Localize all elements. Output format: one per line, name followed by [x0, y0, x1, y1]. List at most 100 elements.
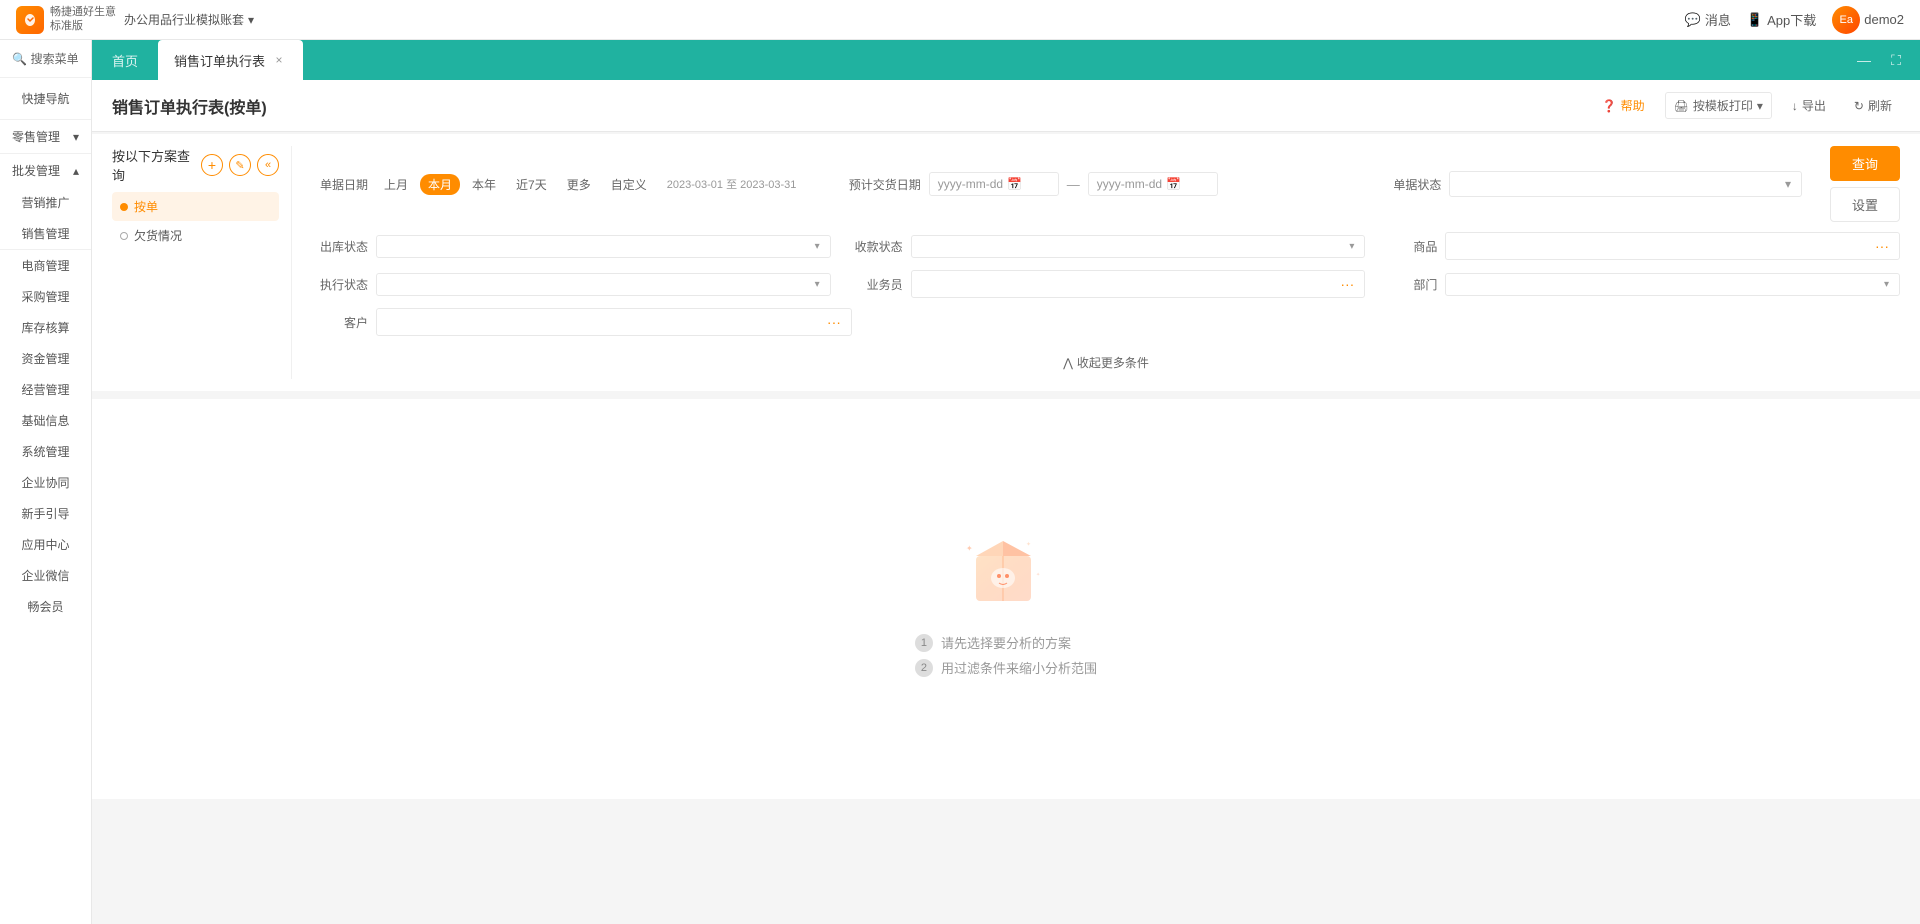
expected-date-label: 预计交货日期 [849, 176, 921, 193]
sidebar-item-purchase[interactable]: 采购管理 [0, 281, 91, 312]
empty-illustration: ✦ ✦ ✦ [956, 521, 1056, 621]
export-btn[interactable]: ↓ 导出 [1784, 93, 1834, 118]
tab-bar: 首页 销售订单执行表 × — ⛶ [92, 40, 1920, 80]
query-btn[interactable]: 查询 [1830, 146, 1900, 181]
filter-main: 单据日期 上月 本月 本年 近7天 更多 自定义 2023-03-01 至 20… [292, 146, 1900, 379]
message-icon: 💬 [1685, 12, 1701, 28]
date-btn-thismonth[interactable]: 本月 [420, 174, 460, 195]
sidebar-item-wholesale[interactable]: 批发管理 ▴ [0, 154, 91, 187]
avatar: Ea [1832, 6, 1860, 34]
page-content: 销售订单执行表(按单) ❓ 帮助 🖨 按模板打印 ▾ ↓ 导出 [92, 80, 1920, 924]
main-layout: 🔍 搜索菜单 快捷导航 零售管理 ▾ 批发管理 ▴ 营销推广 销售管理 电商管理… [0, 40, 1920, 924]
sidebar-item-app-center[interactable]: 应用中心 [0, 529, 91, 560]
data-section: ✦ ✦ ✦ 1 请先选择要分析的方案 2 用过滤条件来缩小分析范围 [92, 399, 1920, 799]
sidebar-item-inventory[interactable]: 库存核算 [0, 312, 91, 343]
svg-text:✦: ✦ [966, 544, 973, 553]
sidebar-search[interactable]: 🔍 搜索菜单 [0, 40, 91, 78]
date-btn-7days[interactable]: 近7天 [508, 174, 555, 195]
sidebar-item-sales[interactable]: 销售管理 [0, 218, 91, 249]
date-btn-custom[interactable]: 自定义 [603, 174, 655, 195]
collapse-btn[interactable]: ⋀ 收起更多条件 [312, 346, 1900, 379]
expected-date-start[interactable]: yyyy-mm-dd 📅 [929, 172, 1059, 196]
tab-active[interactable]: 销售订单执行表 × [158, 40, 303, 80]
status-select[interactable]: ▾ [1449, 171, 1802, 197]
refresh-icon: ↻ [1854, 99, 1864, 113]
settings-btn[interactable]: 设置 [1830, 187, 1900, 222]
sidebar-nav: 快捷导航 [0, 78, 91, 120]
delivery-select[interactable]: ▾ [376, 235, 831, 258]
payment-label: 收款状态 [847, 238, 903, 255]
date-dash: — [1067, 177, 1080, 192]
tab-expand-btn[interactable]: ⛶ [1884, 48, 1908, 72]
refresh-btn[interactable]: ↻ 刷新 [1846, 93, 1900, 118]
content-area: 首页 销售订单执行表 × — ⛶ 销售订单执行表(按单) ❓ 帮助 [92, 40, 1920, 924]
scheme-item-by-order[interactable]: 按单 [112, 192, 279, 221]
sidebar-item-retail[interactable]: 零售管理 ▾ [0, 120, 91, 153]
svg-text:✦: ✦ [1026, 541, 1031, 548]
sidebar-item-finance[interactable]: 资金管理 [0, 343, 91, 374]
page-header: 销售订单执行表(按单) ❓ 帮助 🖨 按模板打印 ▾ ↓ 导出 [92, 80, 1920, 132]
top-header: 畅捷通好生意 标准版 办公用品行业模拟账套 ▾ 💬 消息 📱 App下载 Ea … [0, 0, 1920, 40]
tab-minimize-btn[interactable]: — [1852, 48, 1876, 72]
inactive-dot-icon [120, 232, 128, 240]
payment-chevron-icon: ▾ [1349, 241, 1354, 252]
scheme-item-backorder[interactable]: 欠货情况 [112, 221, 279, 250]
message-btn[interactable]: 💬 消息 [1685, 10, 1731, 29]
exec-select[interactable]: ▾ [376, 273, 831, 296]
filter-row-date: 单据日期 上月 本月 本年 近7天 更多 自定义 2023-03-01 至 20… [312, 146, 1900, 222]
sidebar-item-enterprise[interactable]: 企业协同 [0, 467, 91, 498]
status-chevron-icon: ▾ [1785, 177, 1791, 191]
sidebar-section-retail: 零售管理 ▾ [0, 120, 91, 154]
tab-close-btn[interactable]: × [271, 52, 287, 68]
search-icon: 🔍 [12, 52, 27, 66]
payment-select[interactable]: ▾ [911, 235, 1366, 258]
sidebar-item-newbie[interactable]: 新手引导 [0, 498, 91, 529]
filter-sidebar-icons: + ✎ « [201, 154, 279, 176]
app-selector[interactable]: 办公用品行业模拟账套 ▾ [124, 11, 254, 28]
product-select[interactable]: ··· [1445, 232, 1900, 260]
sidebar-item-operation[interactable]: 经营管理 [0, 374, 91, 405]
sidebar-item-wechat[interactable]: 企业微信 [0, 560, 91, 591]
filter-sidebar-title: 按以下方案查询 [112, 146, 201, 184]
department-label: 部门 [1381, 276, 1437, 293]
expected-date-end[interactable]: yyyy-mm-dd 📅 [1088, 172, 1218, 196]
customer-select[interactable]: ··· [376, 308, 852, 336]
app-download-btn[interactable]: 📱 App下载 [1747, 10, 1816, 29]
salesman-more-icon[interactable]: ··· [1340, 276, 1354, 292]
calendar-icon-2: 📅 [1166, 177, 1181, 191]
date-label: 单据日期 [312, 176, 368, 193]
print-arrow-icon: ▾ [1757, 99, 1763, 113]
date-btn-more[interactable]: 更多 [559, 174, 599, 195]
sidebar-item-member[interactable]: 畅会员 [0, 591, 91, 622]
filter-section: 按以下方案查询 + ✎ « 按单 [92, 134, 1920, 391]
filter-col-payment: 收款状态 ▾ [847, 235, 1366, 258]
hint-num-2: 2 [915, 659, 933, 677]
status-label: 单据状态 [1385, 176, 1441, 193]
filter-group-date: 单据日期 上月 本月 本年 近7天 更多 自定义 2023-03-01 至 20… [312, 174, 833, 195]
calendar-icon: 📅 [1007, 177, 1022, 191]
sidebar-item-ecommerce[interactable]: 电商管理 [0, 250, 91, 281]
date-btn-lastmonth[interactable]: 上月 [376, 174, 416, 195]
collapse-scheme-btn[interactable]: « [257, 154, 279, 176]
edit-scheme-btn[interactable]: ✎ [229, 154, 251, 176]
help-btn[interactable]: ❓ 帮助 [1594, 93, 1653, 118]
sidebar-item-basic-info[interactable]: 基础信息 [0, 405, 91, 436]
date-btn-thisyear[interactable]: 本年 [464, 174, 504, 195]
user-avatar[interactable]: Ea demo2 [1832, 6, 1904, 34]
sidebar-quick-nav[interactable]: 快捷导航 [0, 84, 91, 113]
filter-col-department: 部门 ▾ [1381, 273, 1900, 296]
print-btn[interactable]: 🖨 按模板打印 ▾ [1665, 92, 1772, 119]
department-select[interactable]: ▾ [1445, 273, 1900, 296]
query-buttons: 查询 设置 [1818, 146, 1900, 222]
tab-home[interactable]: 首页 [92, 40, 158, 80]
active-dot-icon [120, 203, 128, 211]
date-placeholder-end: yyyy-mm-dd [1097, 177, 1162, 191]
filter-sidebar-header: 按以下方案查询 + ✎ « [112, 146, 279, 184]
customer-more-icon[interactable]: ··· [827, 314, 841, 330]
product-more-icon[interactable]: ··· [1875, 238, 1889, 254]
sidebar-item-marketing[interactable]: 营销推广 [0, 187, 91, 218]
add-scheme-btn[interactable]: + [201, 154, 223, 176]
sidebar-item-system[interactable]: 系统管理 [0, 436, 91, 467]
logo-text: 畅捷通好生意 标准版 [50, 6, 116, 32]
salesman-select[interactable]: ··· [911, 270, 1366, 298]
